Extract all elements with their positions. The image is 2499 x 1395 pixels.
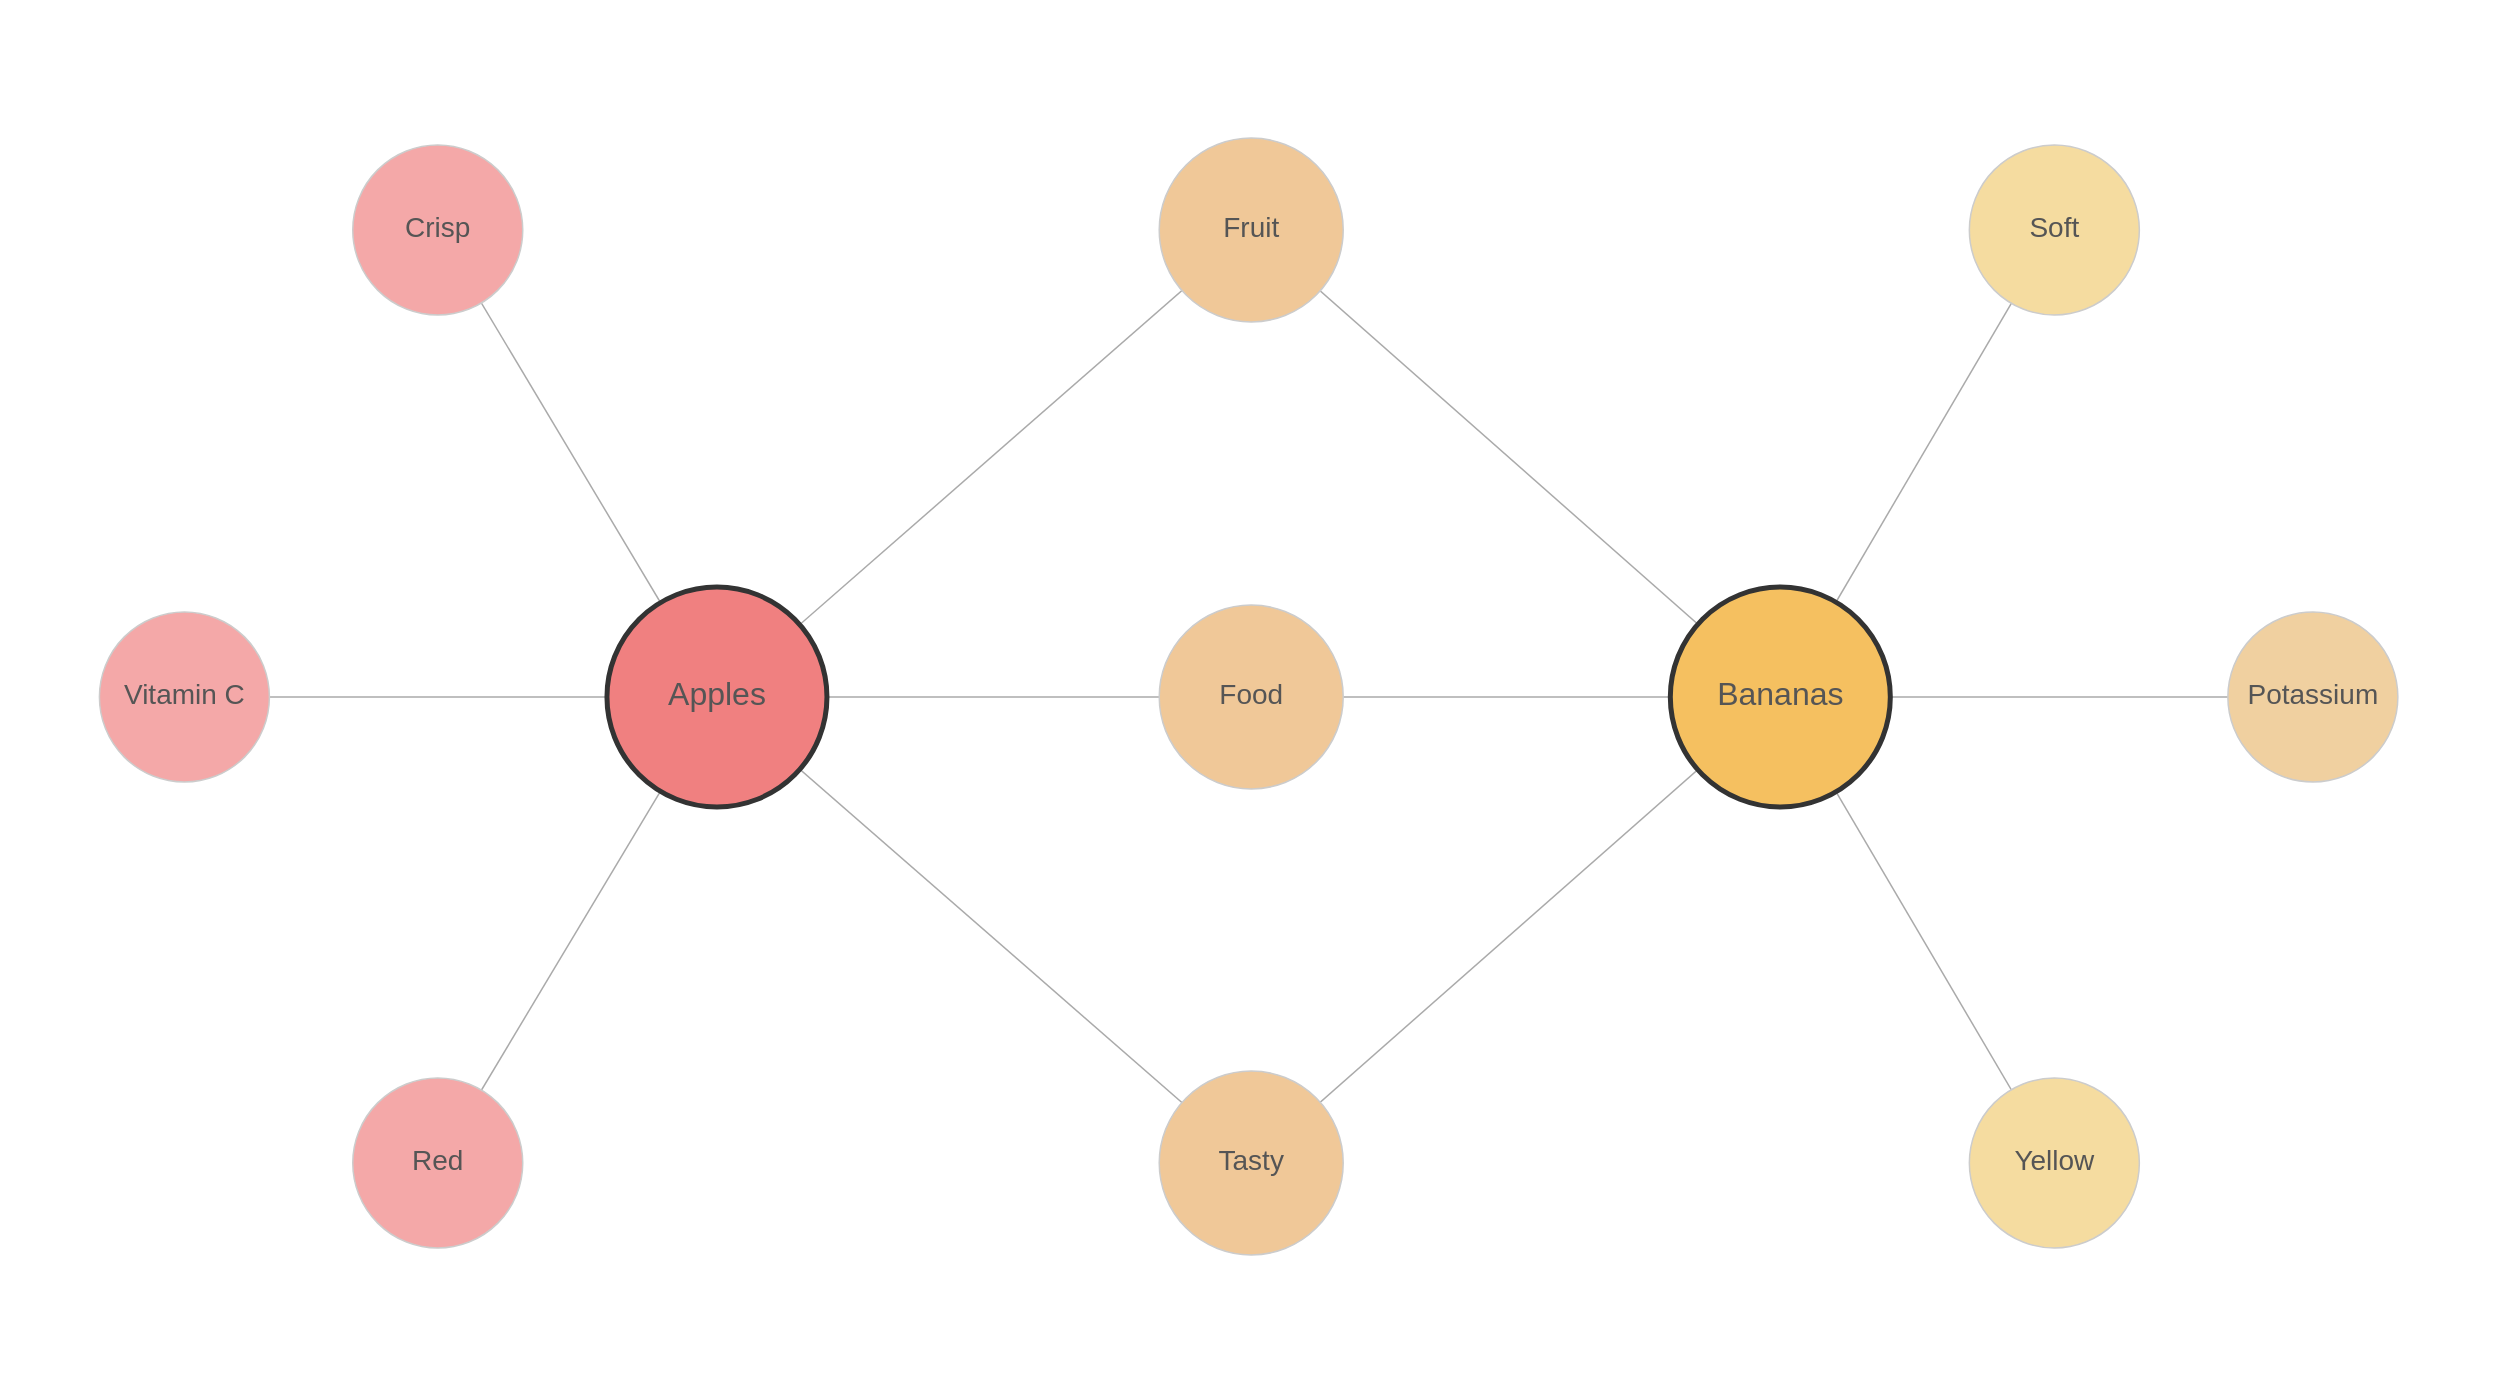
svg-text:Tasty: Tasty	[1219, 1145, 1284, 1176]
svg-text:Yellow: Yellow	[2014, 1145, 2095, 1176]
svg-text:Bananas: Bananas	[1717, 676, 1843, 712]
svg-text:Crisp: Crisp	[405, 212, 470, 243]
svg-text:Red: Red	[412, 1145, 463, 1176]
svg-text:Food: Food	[1219, 679, 1283, 710]
svg-text:Fruit: Fruit	[1223, 212, 1279, 243]
svg-text:Soft: Soft	[2029, 212, 2079, 243]
svg-text:Potassium: Potassium	[2248, 679, 2379, 710]
svg-text:Vitamin C: Vitamin C	[124, 679, 245, 710]
network-graph: Apples Bananas Crisp Vitamin C Red Fruit Food T…	[0, 0, 2499, 1395]
svg-text:Apples: Apples	[668, 676, 766, 712]
